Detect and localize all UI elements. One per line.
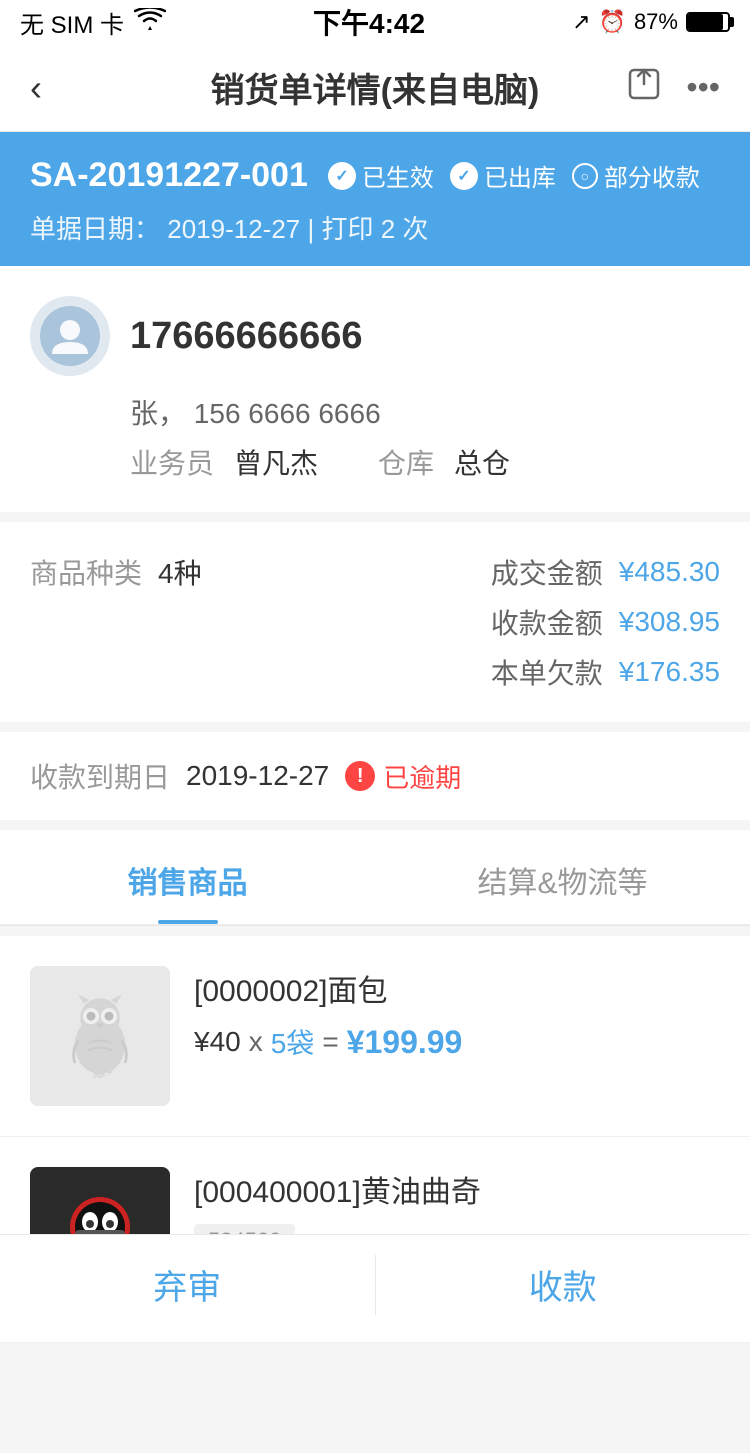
alarm-icon: ⏰ <box>599 9 626 35</box>
stats-section: 商品种类 4种 成交金额 ¥485.30 收款金额 ¥308.95 本单欠款 ¥… <box>0 522 750 732</box>
badge-activated-label: 已生效 <box>362 158 434 193</box>
customer-name-text: 张， <box>130 398 186 429</box>
customer-alt-phone: 156 6666 6666 <box>194 398 381 429</box>
badge-group: ✓ 已生效 ✓ 已出库 ○ 部分收款 <box>328 158 700 193</box>
header-band-top: SA-20191227-001 ✓ 已生效 ✓ 已出库 ○ 部分收款 <box>30 156 720 195</box>
amount-row: 成交金额 ¥485.30 <box>491 552 720 592</box>
share-icon[interactable] <box>626 66 662 110</box>
overdue-text: 已逾期 <box>383 758 461 795</box>
carrier-text: 无 SIM 卡 <box>20 5 124 40</box>
badge-shipped-label: 已出库 <box>484 158 556 193</box>
badge-partial: ○ 部分收款 <box>572 158 700 193</box>
price-qty-1: 5袋 <box>271 1022 315 1062</box>
tab-settlement-label: 结算&物流等 <box>477 867 647 900</box>
amount-value: ¥485.30 <box>619 556 720 588</box>
debt-value: ¥176.35 <box>619 656 720 688</box>
warehouse-name: 总仓 <box>454 442 510 482</box>
customer-phone: 17666666666 <box>130 315 362 358</box>
status-right: ↗ ⏰ 87% <box>572 9 730 35</box>
nav-right-actions: ••• <box>626 66 720 110</box>
product-thumb-placeholder-1: 鲸+ <box>30 966 170 1106</box>
collect-button[interactable]: 收款 <box>376 1240 750 1329</box>
tab-settlement[interactable]: 结算&物流等 <box>375 830 750 924</box>
status-time: 下午4:42 <box>313 2 425 42</box>
svg-text:鲸+: 鲸+ <box>93 1065 113 1080</box>
battery-icon <box>686 12 730 32</box>
overdue-icon: ! <box>345 761 375 791</box>
amount-label: 成交金额 <box>491 552 603 592</box>
page-title: 销货单详情(来自电脑) <box>211 63 540 112</box>
check-icon-2: ✓ <box>450 162 478 190</box>
order-id: SA-20191227-001 <box>30 156 308 195</box>
product-type-label: 商品种类 <box>30 552 142 592</box>
print-suffix: 次 <box>402 214 428 244</box>
price-multiplier-1: x <box>249 1026 263 1058</box>
price-unit-1: ¥40 <box>194 1026 241 1058</box>
sales-name: 曾凡杰 <box>234 442 318 482</box>
stats-left: 商品种类 4种 <box>30 552 202 592</box>
clock-icon: ○ <box>572 163 598 189</box>
due-date: 2019-12-27 <box>186 760 329 792</box>
customer-section: 17666666666 张， 156 6666 6666 业务员 曾凡杰 仓库 … <box>0 266 750 522</box>
reject-button[interactable]: 弃审 <box>0 1240 375 1329</box>
tabs-section: 销售商品 结算&物流等 <box>0 830 750 926</box>
product-thumb-1: 鲸+ <box>30 966 170 1106</box>
tab-products[interactable]: 销售商品 <box>0 830 375 924</box>
customer-meta: 业务员 曾凡杰 仓库 总仓 <box>30 442 720 482</box>
order-date: 2019-12-27 <box>167 214 300 244</box>
customer-info: 张， 156 6666 6666 <box>30 392 720 432</box>
debt-row: 本单欠款 ¥176.35 <box>491 652 720 692</box>
customer-row: 17666666666 <box>30 296 720 376</box>
price-total-1: ¥199.99 <box>347 1024 463 1061</box>
nav-bar: ‹ 销货单详情(来自电脑) ••• <box>0 44 750 132</box>
warehouse-label: 仓库 <box>378 442 434 482</box>
product-type-count: 4种 <box>158 552 202 592</box>
badge-activated: ✓ 已生效 <box>328 158 434 193</box>
price-equals-1: = <box>322 1026 338 1058</box>
more-icon[interactable]: ••• <box>686 69 720 106</box>
status-bar: 无 SIM 卡 下午4:42 ↗ ⏰ 87% <box>0 0 750 44</box>
status-carrier: 无 SIM 卡 <box>20 5 166 40</box>
print-count: 2 <box>381 214 395 244</box>
header-date-row: 单据日期： 2019-12-27 | 打印 2 次 <box>30 209 720 246</box>
battery-percent: 87% <box>634 9 678 35</box>
print-separator: | 打印 <box>307 214 380 244</box>
received-row: 收款金额 ¥308.95 <box>491 602 720 642</box>
tab-products-label: 销售商品 <box>128 867 248 900</box>
badge-partial-label: 部分收款 <box>604 158 700 193</box>
back-button[interactable]: ‹ <box>20 57 52 119</box>
location-icon: ↗ <box>572 9 590 35</box>
product-name-2: [000400001]黄油曲奇 <box>194 1167 720 1211</box>
product-price-row-1: ¥40 x 5袋 = ¥199.99 <box>194 1022 720 1062</box>
tabs-row: 销售商品 结算&物流等 <box>0 830 750 925</box>
product-item: 鲸+ [0000002]面包 ¥40 x 5袋 = ¥199.99 <box>0 936 750 1137</box>
received-label: 收款金额 <box>491 602 603 642</box>
avatar-icon <box>40 306 100 366</box>
sales-label: 业务员 <box>130 442 214 482</box>
debt-label: 本单欠款 <box>491 652 603 692</box>
check-icon-1: ✓ <box>328 162 356 190</box>
stats-row: 商品种类 4种 成交金额 ¥485.30 收款金额 ¥308.95 本单欠款 ¥… <box>30 552 720 692</box>
date-label: 单据日期： <box>30 214 160 244</box>
overdue-badge: ! 已逾期 <box>345 758 461 795</box>
product-info-1: [0000002]面包 ¥40 x 5袋 = ¥199.99 <box>194 966 720 1062</box>
header-band: SA-20191227-001 ✓ 已生效 ✓ 已出库 ○ 部分收款 单据日期：… <box>0 132 750 266</box>
due-label: 收款到期日 <box>30 756 170 796</box>
due-section: 收款到期日 2019-12-27 ! 已逾期 <box>0 732 750 830</box>
stats-right: 成交金额 ¥485.30 收款金额 ¥308.95 本单欠款 ¥176.35 <box>491 552 720 692</box>
bottom-bar: 弃审 收款 <box>0 1234 750 1334</box>
avatar <box>30 296 110 376</box>
product-name-1: [0000002]面包 <box>194 966 720 1010</box>
received-value: ¥308.95 <box>619 606 720 638</box>
badge-shipped: ✓ 已出库 <box>450 158 556 193</box>
wifi-icon <box>134 8 166 37</box>
